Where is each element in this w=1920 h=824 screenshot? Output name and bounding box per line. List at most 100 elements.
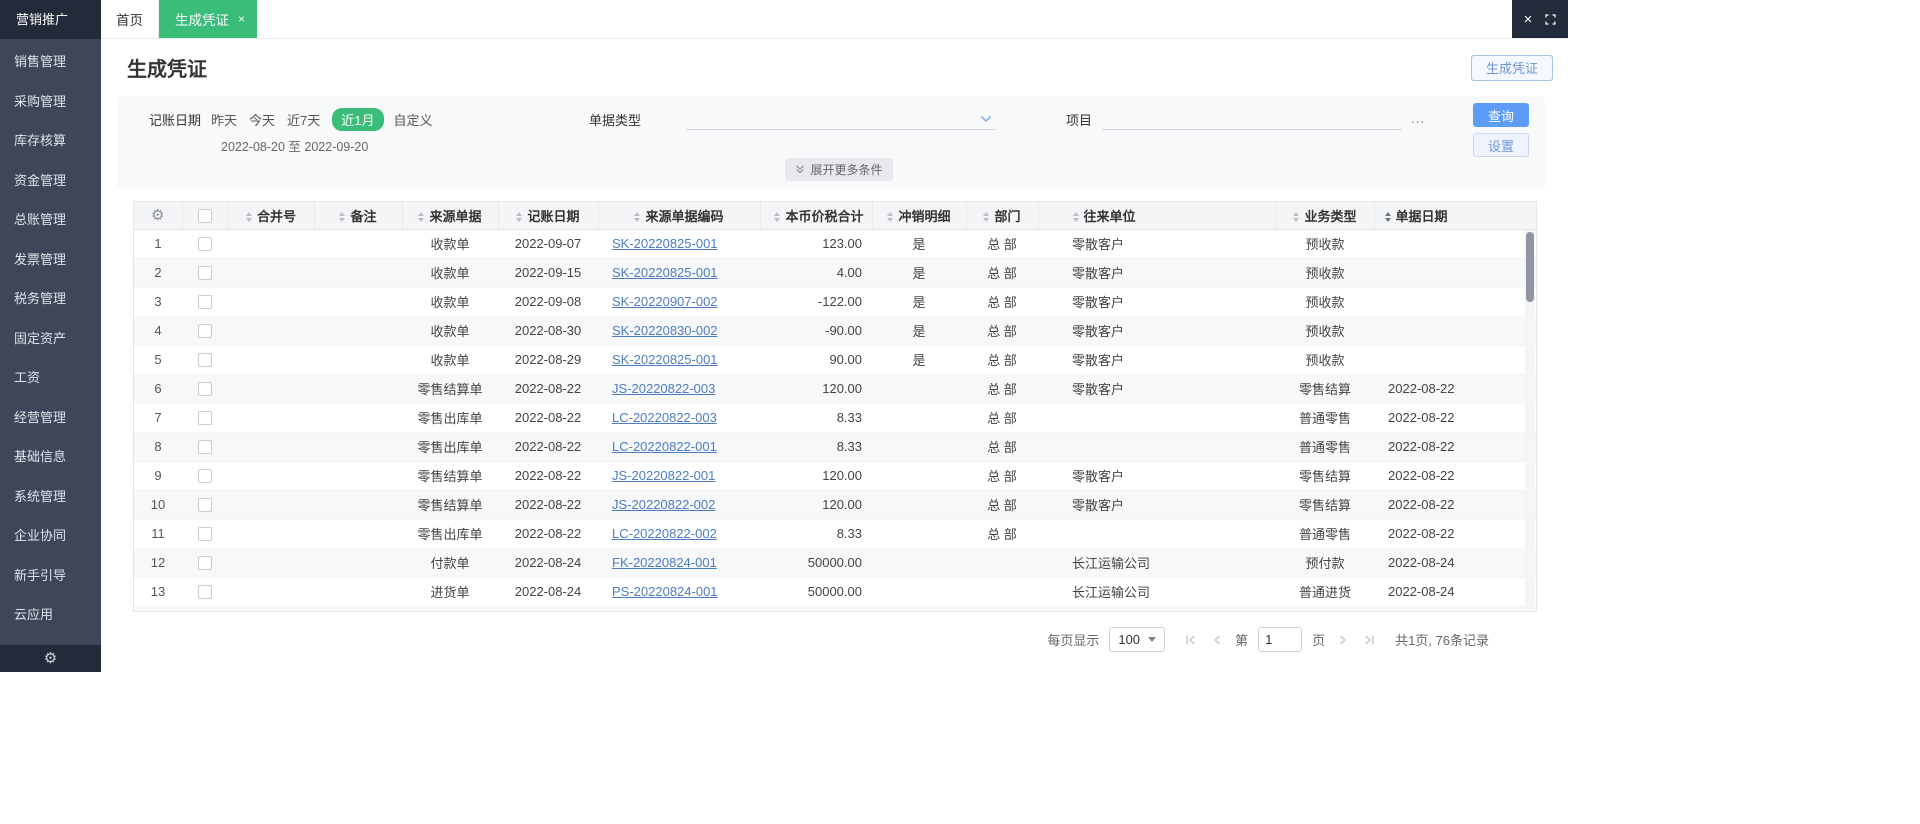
source-doc-link[interactable]: SK-20220825-001 bbox=[612, 265, 718, 280]
source-doc-link[interactable]: FK-20220824-001 bbox=[612, 555, 717, 570]
table-row[interactable] bbox=[134, 606, 1536, 611]
source-doc-link[interactable]: JS-20220822-002 bbox=[612, 497, 715, 512]
date-range-value[interactable]: 2022-08-20 至 2022-09-20 bbox=[221, 136, 589, 155]
column-header-dept[interactable]: 部门 bbox=[966, 202, 1039, 230]
cell-biz_type: 预收款 bbox=[1276, 345, 1374, 375]
table-row[interactable]: 7 零售出库单 2022-08-22 LC-20220822-003 8.33 总 部普通… bbox=[134, 403, 1536, 433]
row-checkbox[interactable] bbox=[198, 498, 212, 513]
source-doc-link[interactable]: LC-20220822-003 bbox=[612, 410, 717, 425]
date-option[interactable]: 昨天 bbox=[211, 110, 237, 129]
table-row[interactable]: 5 收款单 2022-08-29 SK-20220825-001 90.00 是总 部零散… bbox=[134, 345, 1536, 375]
column-header-source[interactable]: 来源单据 bbox=[402, 202, 499, 230]
table-row[interactable]: 13 进货单 2022-08-24 PS-20220824-001 50000.00 长江… bbox=[134, 577, 1536, 607]
table-row[interactable]: 9 零售结算单 2022-08-22 JS-20220822-001 120.00 总 部… bbox=[134, 461, 1536, 491]
per-page-select[interactable]: 100 bbox=[1109, 627, 1166, 652]
settings-button[interactable]: 设置 bbox=[1473, 133, 1529, 157]
sidebar-item[interactable]: 库存核算 bbox=[0, 121, 101, 161]
source-doc-link[interactable]: SK-20220825-001 bbox=[612, 352, 718, 367]
first-page-button[interactable] bbox=[1183, 632, 1199, 648]
cell-dept: 总 部 bbox=[966, 519, 1038, 549]
table-row[interactable]: 3 收款单 2022-09-08 SK-20220907-002 -122.00 是总 部… bbox=[134, 287, 1536, 317]
sort-icon bbox=[887, 212, 894, 223]
row-checkbox[interactable] bbox=[198, 295, 212, 310]
source-doc-link[interactable]: LC-20220822-001 bbox=[612, 439, 717, 454]
sidebar-settings-button[interactable]: ⚙ bbox=[0, 645, 101, 672]
table-row[interactable]: 11 零售出库单 2022-08-22 LC-20220822-002 8.33 总 部普… bbox=[134, 519, 1536, 549]
table-row[interactable]: 8 零售出库单 2022-08-22 LC-20220822-001 8.33 总 部普通… bbox=[134, 432, 1536, 462]
column-header-biz_type[interactable]: 业务类型 bbox=[1276, 202, 1375, 230]
fullscreen-icon[interactable] bbox=[1545, 13, 1556, 25]
sidebar-item[interactable]: 销售管理 bbox=[0, 42, 101, 82]
table-row[interactable]: 10 零售结算单 2022-08-22 JS-20220822-002 120.00 总 … bbox=[134, 490, 1536, 520]
date-option[interactable]: 自定义 bbox=[394, 110, 433, 129]
close-icon[interactable]: × bbox=[1524, 12, 1533, 27]
generate-voucher-button[interactable]: 生成凭证 bbox=[1470, 54, 1553, 81]
tab-generate-voucher[interactable]: 生成凭证 × bbox=[159, 0, 258, 38]
date-option[interactable]: 近7天 bbox=[287, 110, 320, 129]
source-doc-link[interactable]: LC-20220822-002 bbox=[612, 526, 717, 541]
scrollbar-thumb[interactable] bbox=[1526, 232, 1534, 302]
sidebar-item[interactable]: 采购管理 bbox=[0, 82, 101, 122]
column-header-code[interactable]: 来源单据编码 bbox=[598, 202, 761, 230]
expand-more-button[interactable]: 展开更多条件 bbox=[785, 158, 893, 181]
project-input[interactable] bbox=[1102, 108, 1403, 130]
select-all-header[interactable] bbox=[182, 202, 229, 230]
row-checkbox[interactable] bbox=[198, 266, 212, 281]
sidebar-item[interactable]: 发票管理 bbox=[0, 240, 101, 280]
sidebar-item-top[interactable]: 营销推广 bbox=[0, 0, 101, 39]
table-scrollbar[interactable] bbox=[1525, 230, 1535, 610]
sidebar-item[interactable]: 云应用 bbox=[0, 595, 101, 635]
row-checkbox[interactable] bbox=[198, 382, 212, 397]
sidebar-item[interactable]: 经营管理 bbox=[0, 398, 101, 438]
sidebar-item[interactable]: 税务管理 bbox=[0, 279, 101, 319]
query-button[interactable]: 查询 bbox=[1473, 103, 1529, 127]
row-checkbox[interactable] bbox=[198, 556, 212, 571]
source-doc-link[interactable]: SK-20220907-002 bbox=[612, 294, 718, 309]
row-checkbox[interactable] bbox=[198, 324, 212, 339]
row-checkbox[interactable] bbox=[198, 469, 212, 484]
source-doc-link[interactable]: PS-20220824-001 bbox=[612, 584, 718, 599]
table-row[interactable]: 4 收款单 2022-08-30 SK-20220830-002 -90.00 是总 部零… bbox=[134, 316, 1536, 346]
sidebar-item[interactable]: 系统管理 bbox=[0, 477, 101, 517]
row-checkbox[interactable] bbox=[198, 237, 212, 252]
table-row[interactable]: 2 收款单 2022-09-15 SK-20220825-001 4.00 是总 部零散客… bbox=[134, 258, 1536, 288]
column-header-note[interactable]: 备注 bbox=[314, 202, 403, 230]
row-checkbox[interactable] bbox=[198, 411, 212, 426]
doc-type-select[interactable] bbox=[686, 108, 997, 130]
last-page-button[interactable] bbox=[1361, 632, 1377, 648]
sidebar-item[interactable]: 企业协同 bbox=[0, 516, 101, 556]
row-checkbox[interactable] bbox=[198, 440, 212, 455]
column-header-book_date[interactable]: 记账日期 bbox=[498, 202, 599, 230]
table-row[interactable]: 12 付款单 2022-08-24 FK-20220824-001 50000.00 长江… bbox=[134, 548, 1536, 578]
sidebar-item[interactable]: 基础信息 bbox=[0, 437, 101, 477]
tab-close-icon[interactable]: × bbox=[238, 12, 245, 26]
source-doc-link[interactable]: JS-20220822-001 bbox=[612, 468, 715, 483]
column-header-doc_date[interactable]: 单据日期 bbox=[1374, 202, 1536, 230]
table-settings-header[interactable]: ⚙ bbox=[134, 202, 183, 230]
date-option[interactable]: 近1月 bbox=[332, 108, 384, 131]
sidebar-item[interactable]: 固定资产 bbox=[0, 319, 101, 359]
sidebar-item[interactable]: 资金管理 bbox=[0, 161, 101, 201]
tab-home[interactable]: 首页 bbox=[101, 0, 159, 38]
sidebar-item[interactable]: 新手引导 bbox=[0, 556, 101, 596]
column-header-merge[interactable]: 合并号 bbox=[228, 202, 315, 230]
sidebar-item[interactable]: 工资 bbox=[0, 358, 101, 398]
row-checkbox[interactable] bbox=[198, 585, 212, 600]
source-doc-link[interactable]: JS-20220822-003 bbox=[612, 381, 715, 396]
source-doc-link[interactable]: SK-20220830-002 bbox=[612, 323, 718, 338]
table-row[interactable]: 6 零售结算单 2022-08-22 JS-20220822-003 120.00 总 部… bbox=[134, 374, 1536, 404]
more-icon[interactable]: … bbox=[1410, 111, 1426, 126]
next-page-button[interactable] bbox=[1335, 632, 1351, 648]
source-doc-link[interactable]: SK-20220825-001 bbox=[612, 236, 718, 251]
date-option[interactable]: 今天 bbox=[249, 110, 275, 129]
prev-page-button[interactable] bbox=[1209, 632, 1225, 648]
table-row[interactable]: 1 收款单 2022-09-07 SK-20220825-001 123.00 是总 部零… bbox=[134, 229, 1536, 259]
column-header-partner[interactable]: 往来单位 bbox=[1038, 202, 1277, 230]
column-header-amount[interactable]: 本币价税合计 bbox=[760, 202, 873, 230]
sidebar-item[interactable]: 总账管理 bbox=[0, 200, 101, 240]
select-all-checkbox[interactable] bbox=[198, 209, 212, 224]
column-header-writeoff[interactable]: 冲销明细 bbox=[872, 202, 967, 230]
row-checkbox[interactable] bbox=[198, 353, 212, 368]
page-input[interactable] bbox=[1258, 627, 1303, 652]
row-checkbox[interactable] bbox=[198, 527, 212, 542]
